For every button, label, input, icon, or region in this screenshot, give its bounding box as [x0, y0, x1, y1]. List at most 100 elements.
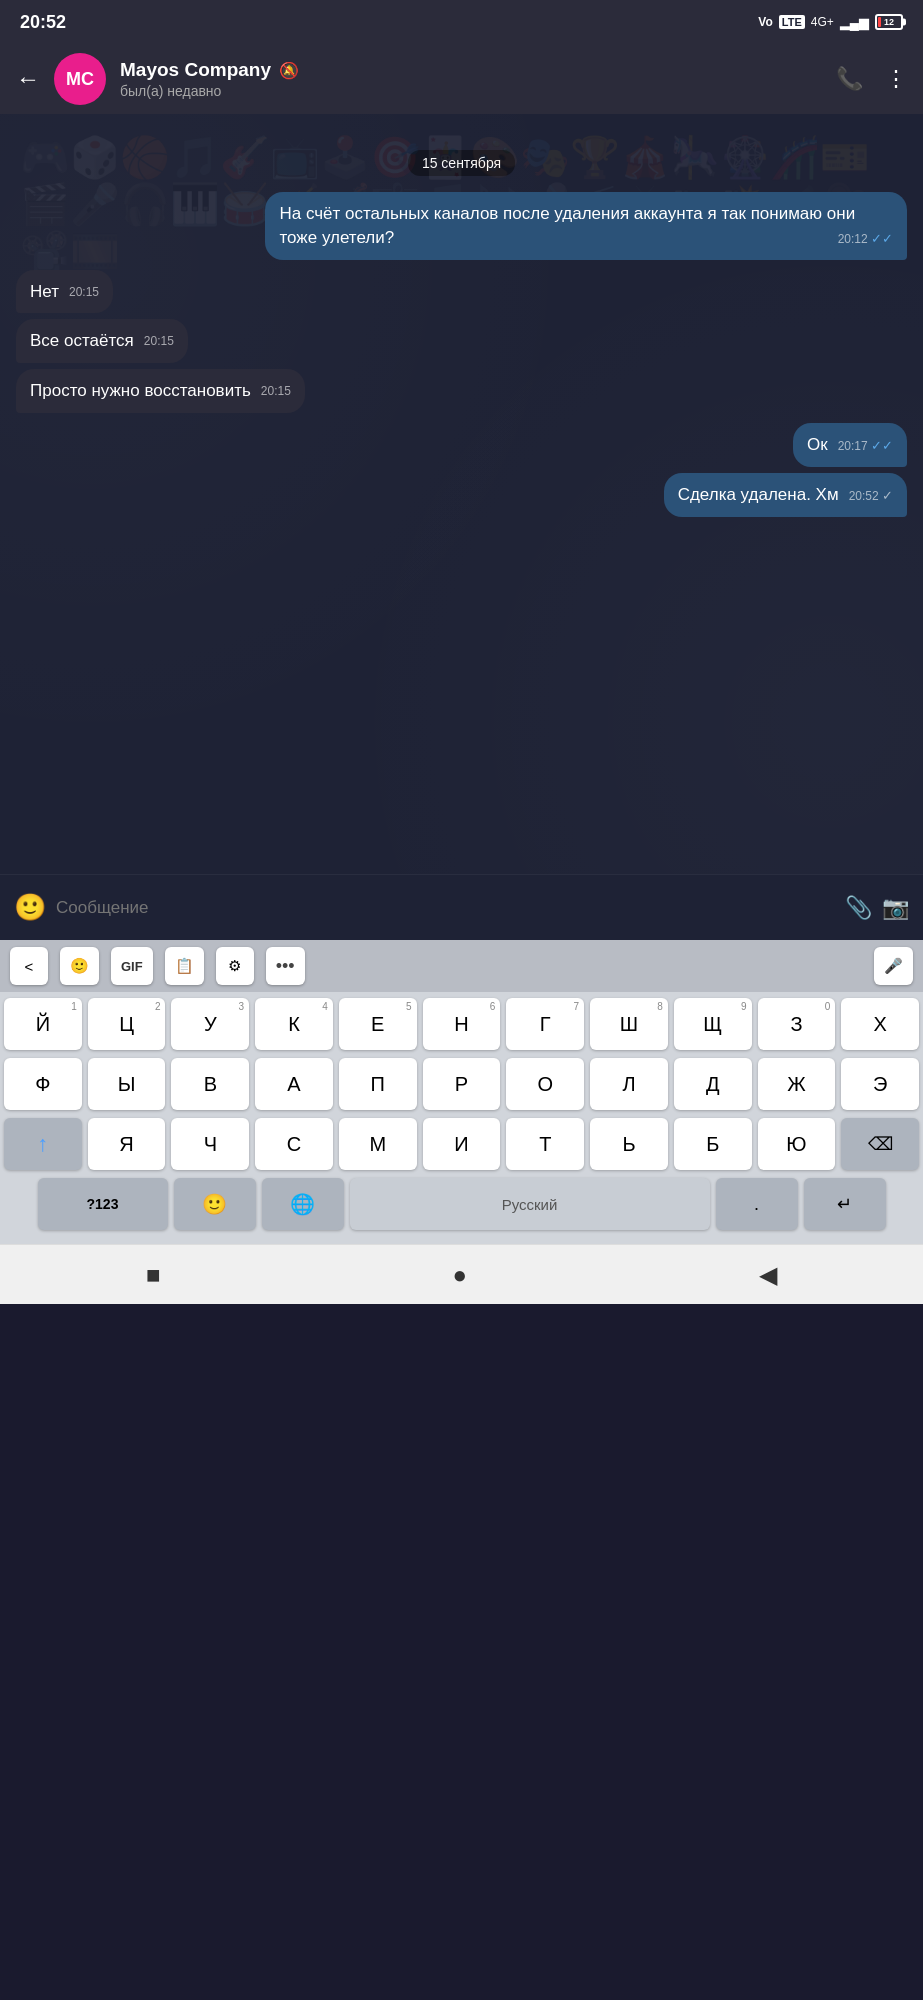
key-б[interactable]: Б — [674, 1118, 752, 1170]
key-э[interactable]: Э — [841, 1058, 919, 1110]
key-а[interactable]: А — [255, 1058, 333, 1110]
keyboard-settings-button[interactable]: ⚙ — [216, 947, 254, 985]
keyboard-emoji-icon: 🙂 — [70, 957, 89, 975]
key-shift[interactable]: ↑ — [4, 1118, 82, 1170]
message-input[interactable] — [56, 898, 835, 918]
key-г[interactable]: 7Г — [506, 998, 584, 1050]
key-ш[interactable]: 8Ш — [590, 998, 668, 1050]
date-label: 15 сентября — [408, 150, 515, 176]
chat-area: 🎮🎲🏀🎵🎸📺🕹️🎯🃏🎨🎭🏆🎪🎠🎡🎢🎫🎬🎤🎧🎹🥁🎺🎻🎼🎵🎶🎤📻📺📷📸📹🎥📽️🎞️ … — [0, 114, 923, 874]
key-м[interactable]: М — [339, 1118, 417, 1170]
attach-button[interactable]: 📎 — [845, 895, 872, 921]
nav-recent-apps-button[interactable]: ■ — [146, 1261, 161, 1289]
key-к[interactable]: 4К — [255, 998, 333, 1050]
message-time: 20:15 — [144, 333, 174, 350]
key-о[interactable]: О — [506, 1058, 584, 1110]
message-time: 20:15 — [261, 383, 291, 400]
key-л[interactable]: Л — [590, 1058, 668, 1110]
keyboard-row-3: ↑ Я Ч С М И Т Ь Б Ю ⌫ — [4, 1118, 919, 1170]
keyboard-mic-button[interactable]: 🎤 — [874, 947, 913, 985]
keyboard-row-2: Ф Ы В А П Р О Л Д Ж Э — [4, 1058, 919, 1110]
key-з[interactable]: 0З — [758, 998, 836, 1050]
input-bar: 🙂 📎 📷 — [0, 874, 923, 940]
keyboard-row-4: ?123 🙂 🌐 Русский . ↵ — [4, 1178, 919, 1238]
message-bubble: На счёт остальных каналов после удаления… — [265, 192, 907, 260]
keyboard-clipboard-icon: 📋 — [175, 957, 194, 975]
key-ю[interactable]: Ю — [758, 1118, 836, 1170]
message-text: Нет — [30, 282, 59, 301]
message-row: Все остаётся 20:15 — [16, 319, 907, 363]
key-т[interactable]: Т — [506, 1118, 584, 1170]
message-text: Сделка удалена. Хм — [678, 485, 839, 504]
emoji-button[interactable]: 🙂 — [14, 892, 46, 923]
key-period[interactable]: . — [716, 1178, 798, 1230]
keyboard-emoji-button[interactable]: 🙂 — [60, 947, 99, 985]
key-д[interactable]: Д — [674, 1058, 752, 1110]
contact-status: был(а) недавно — [120, 83, 822, 99]
keyboard-gif-button[interactable]: GIF — [111, 947, 153, 985]
nav-home-button[interactable]: ● — [453, 1261, 468, 1289]
key-п[interactable]: П — [339, 1058, 417, 1110]
back-button[interactable]: ← — [16, 65, 40, 93]
keyboard-dots-icon: ••• — [276, 956, 295, 977]
key-language[interactable]: 🌐 — [262, 1178, 344, 1230]
key-ч[interactable]: Ч — [171, 1118, 249, 1170]
more-menu-button[interactable]: ⋮ — [885, 66, 907, 92]
4g-label: 4G+ — [811, 15, 834, 29]
key-ж[interactable]: Ж — [758, 1058, 836, 1110]
keyboard-toolbar: < 🙂 GIF 📋 ⚙ ••• 🎤 — [0, 940, 923, 992]
message-row: На счёт остальных каналов после удаления… — [16, 192, 907, 260]
keyboard-gif-label: GIF — [121, 959, 143, 974]
key-ы[interactable]: Ы — [88, 1058, 166, 1110]
key-ь[interactable]: Ь — [590, 1118, 668, 1170]
key-щ[interactable]: 9Щ — [674, 998, 752, 1050]
key-е[interactable]: 5Е — [339, 998, 417, 1050]
key-backspace[interactable]: ⌫ — [841, 1118, 919, 1170]
key-у[interactable]: 3У — [171, 998, 249, 1050]
keyboard-rows: 1Й 2Ц 3У 4К 5Е 6Н 7Г 8Ш 9Щ 0З Х Ф Ы В А … — [0, 992, 923, 1244]
call-button[interactable]: 📞 — [836, 66, 863, 92]
message-bubble: Ок 20:17 ✓✓ — [793, 423, 907, 467]
contact-name: Mayos Company 🔕 — [120, 59, 822, 81]
key-я[interactable]: Я — [88, 1118, 166, 1170]
message-bubble: Просто нужно восстановить 20:15 — [16, 369, 305, 413]
signal-bars-icon: ▂▄▆ — [840, 15, 869, 30]
key-enter[interactable]: ↵ — [804, 1178, 886, 1230]
keyboard-back-button[interactable]: < — [10, 947, 48, 985]
avatar: MC — [54, 53, 106, 105]
message-time: 20:52 ✓ — [849, 487, 893, 505]
keyboard-more-button[interactable]: ••• — [266, 947, 305, 985]
key-spacebar[interactable]: Русский — [350, 1178, 710, 1230]
key-с[interactable]: С — [255, 1118, 333, 1170]
contact-info: Mayos Company 🔕 был(а) недавно — [120, 59, 822, 99]
keyboard-row-1: 1Й 2Ц 3У 4К 5Е 6Н 7Г 8Ш 9Щ 0З Х — [4, 998, 919, 1050]
key-ц[interactable]: 2Ц — [88, 998, 166, 1050]
key-numbers[interactable]: ?123 — [38, 1178, 168, 1230]
keyboard-clipboard-button[interactable]: 📋 — [165, 947, 204, 985]
key-в[interactable]: В — [171, 1058, 249, 1110]
key-н[interactable]: 6Н — [423, 998, 501, 1050]
battery-percent: 12 — [877, 17, 901, 27]
keyboard-back-icon: < — [25, 958, 34, 975]
key-ф[interactable]: Ф — [4, 1058, 82, 1110]
mute-icon: 🔕 — [279, 61, 299, 80]
navigation-bar: ■ ● ◀ — [0, 1244, 923, 1304]
key-р[interactable]: Р — [423, 1058, 501, 1110]
key-й[interactable]: 1Й — [4, 998, 82, 1050]
status-time: 20:52 — [20, 12, 66, 33]
message-bubble: Нет 20:15 — [16, 270, 113, 314]
key-и[interactable]: И — [423, 1118, 501, 1170]
date-separator: 15 сентября — [16, 150, 907, 176]
message-row: Сделка удалена. Хм 20:52 ✓ — [16, 473, 907, 517]
camera-button[interactable]: 📷 — [882, 895, 909, 921]
message-row: Просто нужно восстановить 20:15 — [16, 369, 907, 413]
message-ticks: ✓✓ — [871, 231, 893, 246]
keyboard-mic-icon: 🎤 — [884, 957, 903, 975]
status-icons: Vo LTE 4G+ ▂▄▆ 12 — [758, 14, 903, 30]
key-х[interactable]: Х — [841, 998, 919, 1050]
key-emoji[interactable]: 🙂 — [174, 1178, 256, 1230]
nav-back-button[interactable]: ◀ — [759, 1261, 777, 1289]
chat-header: ← MC Mayos Company 🔕 был(а) недавно 📞 ⋮ — [0, 44, 923, 114]
lte-label: LTE — [779, 15, 805, 29]
keyboard: < 🙂 GIF 📋 ⚙ ••• 🎤 1Й 2Ц 3У 4К 5Е 6 — [0, 940, 923, 1244]
